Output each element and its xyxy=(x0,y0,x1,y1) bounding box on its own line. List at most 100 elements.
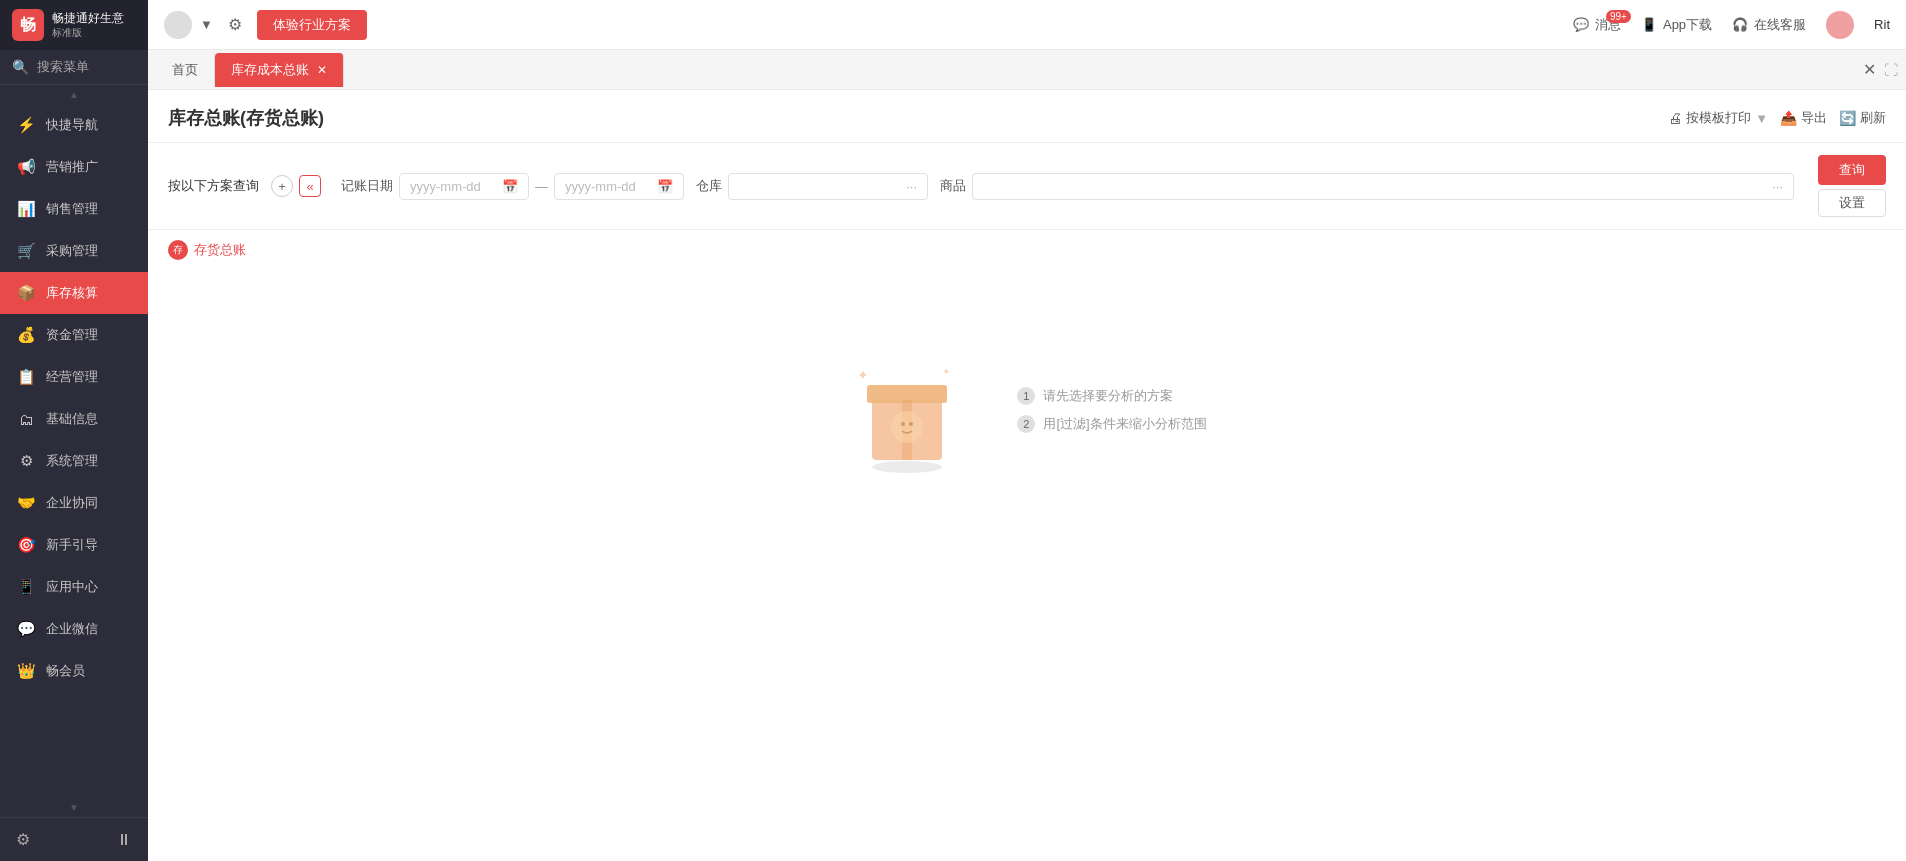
sidebar-item-wechat[interactable]: 💬 企业微信 xyxy=(0,608,148,650)
empty-content: ✦ ✦ 1 请先选择要分析的方案 xyxy=(847,350,1206,480)
coop-icon: 🤝 xyxy=(16,494,36,512)
set-button[interactable]: 设置 xyxy=(1818,189,1886,217)
scheme-icon: 存 xyxy=(168,240,188,260)
filter-add-button[interactable]: + xyxy=(271,175,293,197)
message-badge: 99+ xyxy=(1606,10,1631,23)
empty-tip-1: 1 请先选择要分析的方案 xyxy=(1017,387,1206,405)
app-download-action[interactable]: 📱 App下载 xyxy=(1641,16,1712,34)
filter-row: 记账日期 yyyy-mm-dd 📅 — yyyy-mm-dd 📅 仓库 xyxy=(341,155,1886,217)
sidebar-item-marketing[interactable]: 📢 营销推广 xyxy=(0,146,148,188)
app-center-icon: 📱 xyxy=(16,578,36,596)
tab-inventory-cost[interactable]: 库存成本总账 ✕ xyxy=(215,53,344,87)
refresh-button[interactable]: 🔄 刷新 xyxy=(1839,109,1886,127)
empty-box-svg: ✦ ✦ xyxy=(852,355,972,475)
scroll-up-indicator: ▲ xyxy=(0,85,148,104)
sidebar: 畅 畅捷通好生意 标准版 🔍 搜索菜单 ▲ ⚡ 快捷导航 📢 营销推广 📊 销售… xyxy=(0,0,148,861)
expand-icon[interactable]: ⛶ xyxy=(1884,62,1898,78)
date-end-input[interactable]: yyyy-mm-dd 📅 xyxy=(554,173,684,200)
scroll-down-indicator: ▼ xyxy=(0,798,148,817)
dropdown-arrow: ▼ xyxy=(200,17,213,32)
online-service-action[interactable]: 🎧 在线客服 xyxy=(1732,16,1806,34)
main-content: ▼ ⚙ 体验行业方案 💬 消息 99+ 📱 App下载 🎧 在线客服 Rit xyxy=(148,0,1906,861)
header-user-avatar xyxy=(164,11,192,39)
warehouse-label: 仓库 xyxy=(696,177,722,195)
search-menu[interactable]: 🔍 搜索菜单 xyxy=(0,50,148,85)
sidebar-item-sales[interactable]: 📊 销售管理 xyxy=(0,188,148,230)
sidebar-item-system[interactable]: ⚙ 系统管理 xyxy=(0,440,148,482)
system-icon: ⚙ xyxy=(16,452,36,470)
app-logo: 畅 xyxy=(12,9,44,41)
sidebar-item-label: 经营管理 xyxy=(46,368,98,386)
tip-text-1: 请先选择要分析的方案 xyxy=(1043,387,1173,405)
operation-icon: 📋 xyxy=(16,368,36,386)
warehouse-more-icon[interactable]: ··· xyxy=(906,179,917,194)
sidebar-item-basic[interactable]: 🗂 基础信息 xyxy=(0,398,148,440)
svg-point-7 xyxy=(901,422,905,426)
message-icon: 💬 xyxy=(1573,17,1589,32)
svg-text:✦: ✦ xyxy=(857,367,869,383)
sidebar-item-label: 基础信息 xyxy=(46,410,98,428)
guide-icon: 🎯 xyxy=(16,536,36,554)
user-avatar xyxy=(1826,11,1854,39)
product-more-icon[interactable]: ··· xyxy=(1772,179,1783,194)
refresh-label: 刷新 xyxy=(1860,109,1886,127)
tip-text-2: 用[过滤]条件来缩小分析范围 xyxy=(1043,415,1206,433)
search-label: 搜索菜单 xyxy=(37,58,89,76)
tip-num-2: 2 xyxy=(1017,415,1035,433)
date-start-input[interactable]: yyyy-mm-dd 📅 xyxy=(399,173,529,200)
header-right: 💬 消息 99+ 📱 App下载 🎧 在线客服 Rit xyxy=(1573,11,1890,39)
svg-point-3 xyxy=(872,461,942,473)
tab-close-icon[interactable]: ✕ xyxy=(317,63,327,77)
empty-illustration: ✦ ✦ xyxy=(847,350,977,480)
filter-area: 按以下方案查询 + « 记账日期 yyyy-mm-dd 📅 — yyyy-mm-… xyxy=(148,143,1906,230)
sidebar-item-finance[interactable]: 💰 资金管理 xyxy=(0,314,148,356)
sidebar-item-label: 快捷导航 xyxy=(46,116,98,134)
header-gear-button[interactable]: ⚙ xyxy=(221,11,249,39)
sidebar-item-purchase[interactable]: 🛒 采购管理 xyxy=(0,230,148,272)
sidebar-item-app-center[interactable]: 📱 应用中心 xyxy=(0,566,148,608)
query-button[interactable]: 查询 xyxy=(1818,155,1886,185)
calendar-end-icon[interactable]: 📅 xyxy=(657,179,673,194)
date-filter-group: 记账日期 yyyy-mm-dd 📅 — yyyy-mm-dd 📅 xyxy=(341,173,684,200)
date-start-placeholder: yyyy-mm-dd xyxy=(410,179,481,194)
warehouse-input[interactable]: ··· xyxy=(728,173,928,200)
sidebar-item-label: 畅会员 xyxy=(46,662,85,680)
print-button[interactable]: 🖨 按模板打印 ▼ xyxy=(1668,109,1768,127)
filter-collapse-button[interactable]: « xyxy=(299,175,321,197)
product-input[interactable]: ··· xyxy=(972,173,1794,200)
inventory-icon: 📦 xyxy=(16,284,36,302)
page-content: 库存总账(存货总账) 🖨 按模板打印 ▼ 📤 导出 🔄 刷新 xyxy=(148,90,1906,861)
sidebar-item-label: 营销推广 xyxy=(46,158,98,176)
sidebar-item-label: 采购管理 xyxy=(46,242,98,260)
message-action[interactable]: 💬 消息 99+ xyxy=(1573,16,1621,34)
scheme-item-inventory[interactable]: 存 存货总账 xyxy=(168,240,246,260)
industry-plan-button[interactable]: 体验行业方案 xyxy=(257,10,367,40)
header-dropdown[interactable]: ▼ xyxy=(200,17,213,32)
sidebar-item-member[interactable]: 👑 畅会员 xyxy=(0,650,148,692)
print-icon: 🖨 xyxy=(1668,110,1682,126)
export-label: 导出 xyxy=(1801,109,1827,127)
tab-home[interactable]: 首页 xyxy=(156,53,215,87)
export-button[interactable]: 📤 导出 xyxy=(1780,109,1827,127)
print-dropdown-icon: ▼ xyxy=(1755,111,1768,126)
svg-text:✦: ✦ xyxy=(942,366,950,377)
sidebar-item-quick-nav[interactable]: ⚡ 快捷导航 xyxy=(0,104,148,146)
sidebar-item-coop[interactable]: 🤝 企业协同 xyxy=(0,482,148,524)
refresh-icon: 🔄 xyxy=(1839,110,1856,126)
finance-icon: 💰 xyxy=(16,326,36,344)
product-label: 商品 xyxy=(940,177,966,195)
tab-bar: 首页 库存成本总账 ✕ ✕ ⛶ xyxy=(148,50,1906,90)
sidebar-item-inventory[interactable]: 📦 库存核算 xyxy=(0,272,148,314)
member-icon: 👑 xyxy=(16,662,36,680)
sidebar-item-label: 应用中心 xyxy=(46,578,98,596)
sidebar-item-guide[interactable]: 🎯 新手引导 xyxy=(0,524,148,566)
collapse-icon[interactable]: ⏸ xyxy=(116,831,132,849)
settings-icon[interactable]: ⚙ xyxy=(16,830,30,849)
close-all-tabs-icon[interactable]: ✕ xyxy=(1863,60,1876,79)
sidebar-item-operation[interactable]: 📋 经营管理 xyxy=(0,356,148,398)
calendar-start-icon[interactable]: 📅 xyxy=(502,179,518,194)
sidebar-header: 畅 畅捷通好生意 标准版 xyxy=(0,0,148,50)
wechat-icon: 💬 xyxy=(16,620,36,638)
search-icon: 🔍 xyxy=(12,59,29,75)
sales-icon: 📊 xyxy=(16,200,36,218)
